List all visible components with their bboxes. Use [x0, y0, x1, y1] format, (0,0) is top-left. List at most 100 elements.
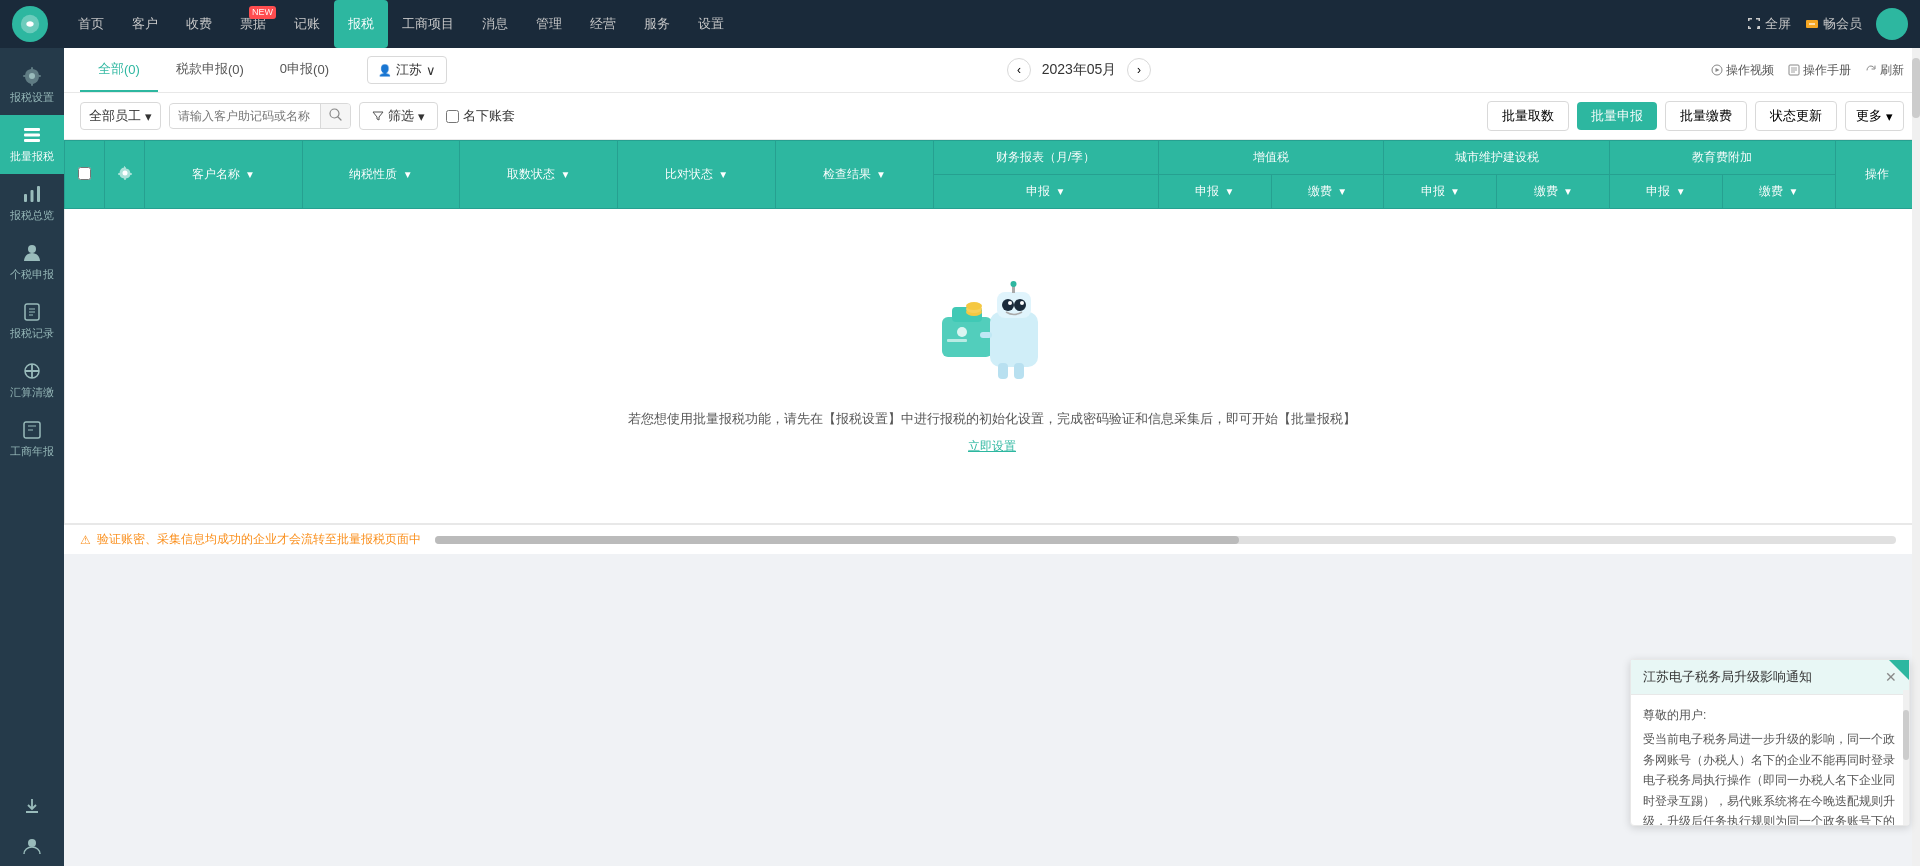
notice-header: 江苏电子税务局升级影响通知 ✕	[1631, 660, 1909, 695]
fullscreen-button[interactable]: 全屏	[1747, 15, 1791, 33]
nav-operation[interactable]: 经营	[576, 0, 630, 48]
action-bar: 全部员工 ▾ 筛选 ▾ 名下账套 批量取数 批量申报 批量缴费 状态更新 更多 …	[64, 93, 1920, 140]
province-selector[interactable]: 👤 江苏 ∨	[367, 56, 447, 84]
search-input[interactable]	[170, 105, 320, 127]
member-button[interactable]: 畅会员	[1805, 15, 1862, 33]
tab-zero[interactable]: 0申报(0)	[262, 48, 347, 92]
svg-rect-6	[24, 194, 27, 202]
setup-link[interactable]: 立即设置	[968, 438, 1016, 455]
svg-point-30	[1020, 301, 1024, 305]
svg-point-24	[966, 302, 982, 310]
month-navigation: ‹ 2023年05月 ›	[1007, 58, 1151, 82]
sort-icon[interactable]: ▼	[245, 169, 255, 180]
sidebar-item-personal-tax[interactable]: 个税申报	[0, 233, 64, 292]
batch-get-button[interactable]: 批量取数	[1487, 101, 1569, 131]
batch-declare-button[interactable]: 批量申报	[1577, 102, 1657, 130]
more-chevron-icon: ▾	[1886, 109, 1893, 124]
sidebar-item-settlement[interactable]: 汇算清缴	[0, 351, 64, 410]
notice-scrollbar[interactable]	[1903, 690, 1909, 825]
empty-text: 若您想使用批量报税功能，请先在【报税设置】中进行报税的初始化设置，完成密码验证和…	[628, 407, 1356, 430]
th-edu-declare: 申报 ▼	[1610, 175, 1723, 209]
page-scrollbar[interactable]	[1912, 48, 1920, 866]
sidebar-item-tax-settings[interactable]: 报税设置	[0, 56, 64, 115]
nav-tax[interactable]: 报税	[334, 0, 388, 48]
svg-rect-3	[24, 128, 40, 131]
notice-scroll-thumb	[1903, 710, 1909, 760]
sort-icon[interactable]: ▼	[403, 169, 413, 180]
th-edu-group: 教育费附加	[1610, 141, 1836, 175]
nav-invoice[interactable]: 票据 NEW	[226, 0, 280, 48]
notice-greeting: 尊敬的用户:	[1643, 705, 1897, 725]
refresh-button[interactable]: 刷新	[1865, 62, 1904, 79]
prev-month-button[interactable]: ‹	[1007, 58, 1031, 82]
scroll-thumb	[435, 536, 1239, 544]
operation-video-button[interactable]: 操作视频	[1711, 62, 1774, 79]
svg-rect-5	[24, 139, 40, 142]
sidebar-download[interactable]	[0, 786, 64, 826]
svg-point-27	[1002, 299, 1014, 311]
tab-declare[interactable]: 税款申报(0)	[158, 48, 262, 92]
nav-settings[interactable]: 设置	[684, 0, 738, 48]
svg-point-20	[957, 327, 967, 337]
top-nav: 首页 客户 收费 票据 NEW 记账 报税 工商项目 消息 管理 经营 服务 设…	[0, 0, 1920, 48]
scroll-track[interactable]	[435, 536, 1896, 544]
sort-icon[interactable]: ▼	[561, 169, 571, 180]
employee-select-label: 全部员工	[89, 107, 141, 125]
bottom-bar: ⚠ 验证账密、采集信息均成功的企业才会流转至批量报税页面中	[64, 524, 1920, 554]
th-vat-declare: 申报 ▼	[1158, 175, 1271, 209]
notice-body: 尊敬的用户: 受当前电子税务局进一步升级的影响，同一个政务网账号（办税人）名下的…	[1631, 695, 1909, 825]
empty-state: 若您想使用批量报税功能，请先在【报税设置】中进行报税的初始化设置，完成密码验证和…	[75, 217, 1909, 515]
th-urban-declare: 申报 ▼	[1384, 175, 1497, 209]
filter-chevron-icon: ▾	[418, 109, 425, 124]
new-badge: NEW	[249, 6, 276, 19]
notice-body-text: 受当前电子税务局进一步升级的影响，同一个政务网账号（办税人）名下的企业不能再同时…	[1643, 729, 1897, 825]
accounts-checkbox[interactable]	[446, 110, 459, 123]
sidebar-bottom	[0, 786, 64, 866]
data-table: 客户名称 ▼ 纳税性质 ▼ 取数状态 ▼ 比对状态 ▼	[64, 140, 1920, 524]
next-month-button[interactable]: ›	[1127, 58, 1151, 82]
sidebar-item-batch-tax[interactable]: 批量报税	[0, 115, 64, 174]
svg-point-28	[1014, 299, 1026, 311]
nav-home[interactable]: 首页	[64, 0, 118, 48]
tab-all[interactable]: 全部(0)	[80, 48, 158, 92]
app-logo[interactable]	[12, 6, 48, 42]
warning-icon: ⚠	[80, 533, 91, 547]
employee-select[interactable]: 全部员工 ▾	[80, 102, 161, 130]
operation-manual-button[interactable]: 操作手册	[1788, 62, 1851, 79]
sort-icon[interactable]: ▼	[718, 169, 728, 180]
th-edu-pay: 缴费 ▼	[1722, 175, 1835, 209]
nav-billing[interactable]: 收费	[172, 0, 226, 48]
sidebar-user[interactable]	[0, 826, 64, 866]
th-financial-group: 财务报表（月/季）	[933, 141, 1158, 175]
search-box	[169, 103, 351, 129]
sidebar-item-annual-report[interactable]: 工商年报	[0, 410, 64, 469]
sidebar: 报税设置 批量报税 报税总览 个税申报 报税记录 汇算清缴 工商年报	[0, 48, 64, 866]
nav-message[interactable]: 消息	[468, 0, 522, 48]
more-button[interactable]: 更多 ▾	[1845, 101, 1904, 131]
batch-pay-button[interactable]: 批量缴费	[1665, 101, 1747, 131]
sort-icon[interactable]: ▼	[876, 169, 886, 180]
select-all-checkbox[interactable]	[78, 167, 91, 180]
nav-service[interactable]: 服务	[630, 0, 684, 48]
robot-illustration	[932, 277, 1052, 387]
sidebar-item-tax-summary[interactable]: 报税总览	[0, 174, 64, 233]
filter-button[interactable]: 筛选 ▾	[359, 102, 438, 130]
chevron-down-icon: ▾	[145, 109, 152, 124]
table-container: 客户名称 ▼ 纳税性质 ▼ 取数状态 ▼ 比对状态 ▼	[64, 140, 1920, 524]
svg-rect-33	[980, 332, 992, 338]
sidebar-item-tax-records[interactable]: 报税记录	[0, 292, 64, 351]
user-avatar[interactable]	[1876, 8, 1908, 40]
nav-customer[interactable]: 客户	[118, 0, 172, 48]
table-body: 若您想使用批量报税功能，请先在【报税设置】中进行报税的初始化设置，完成密码验证和…	[65, 209, 1920, 524]
nav-business[interactable]: 工商项目	[388, 0, 468, 48]
svg-rect-4	[24, 134, 40, 137]
nav-accounting[interactable]: 记账	[280, 0, 334, 48]
svg-point-9	[28, 245, 36, 253]
accounts-checkbox-label[interactable]: 名下账套	[446, 107, 515, 125]
th-client-name: 客户名称 ▼	[145, 141, 303, 209]
search-button[interactable]	[320, 104, 350, 128]
th-check-result: 检查结果 ▼	[775, 141, 933, 209]
status-update-button[interactable]: 状态更新	[1755, 101, 1837, 131]
nav-manage[interactable]: 管理	[522, 0, 576, 48]
svg-point-13	[28, 839, 36, 847]
